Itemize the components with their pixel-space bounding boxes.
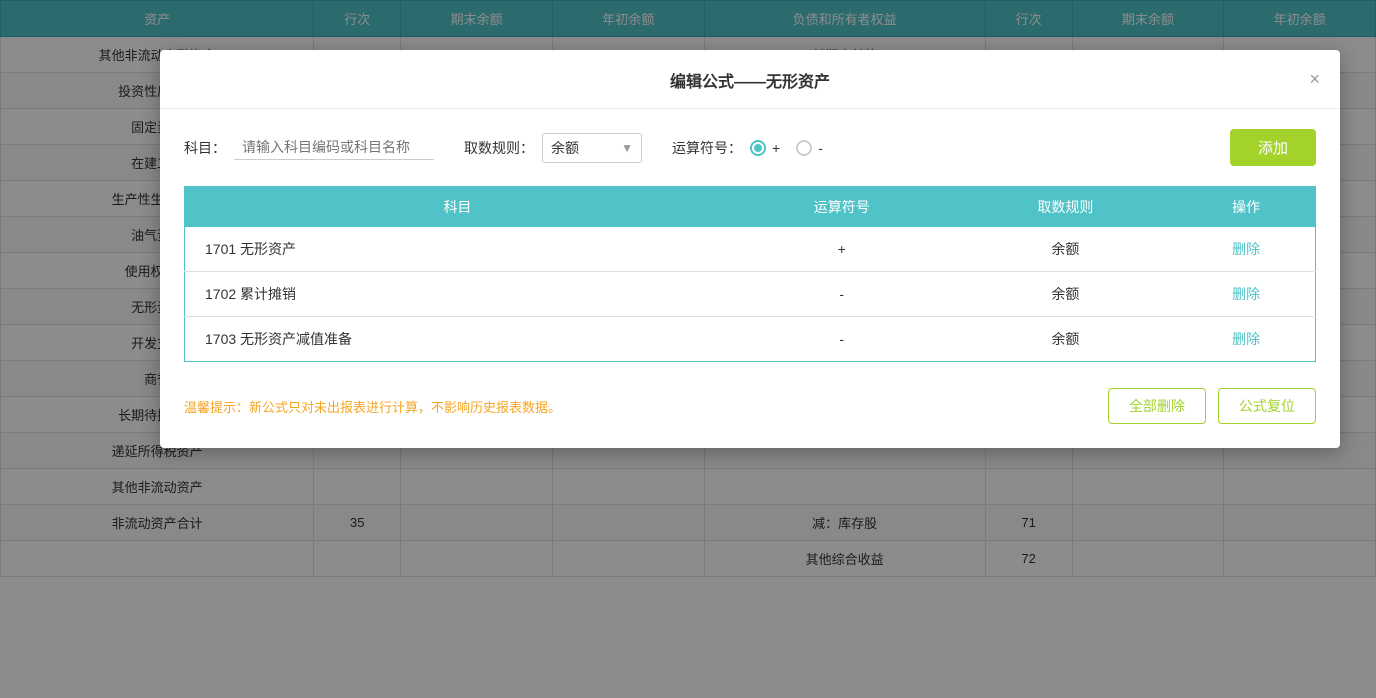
formula-row-operator: + <box>730 227 954 272</box>
formula-row-action: 删除 <box>1177 317 1315 362</box>
formula-table-row: 1702 累计摊销-余额 删除 <box>185 272 1316 317</box>
formula-row-subject: 1702 累计摊销 <box>185 272 730 317</box>
formula-table: 科目 运算符号 取数规则 操作 1701 无形资产+余额删除1702 累计摊销-… <box>184 186 1316 362</box>
modal-title: 编辑公式——无形资产 <box>670 68 830 92</box>
operator-minus-radio[interactable]: - <box>796 140 823 156</box>
formula-row-operator: - <box>730 317 954 362</box>
operator-radio-group: + - <box>750 140 823 156</box>
col-header-subject: 科目 <box>185 187 730 228</box>
formula-table-row: 1703 无形资产减值准备-余额 删除 <box>185 317 1316 362</box>
formula-table-wrap: 科目 运算符号 取数规则 操作 1701 无形资产+余额删除1702 累计摊销-… <box>160 186 1340 362</box>
delete-row-link[interactable]: 删除 <box>1232 286 1260 302</box>
operator-minus-radio-circle <box>796 140 812 156</box>
formula-row-rule: 余额 <box>954 272 1178 317</box>
edit-formula-modal: 编辑公式——无形资产 × 科目： 取数规则： 余额 ▼ 运算符号： + <box>160 50 1340 448</box>
modal-close-button[interactable]: × <box>1309 70 1320 88</box>
operator-field-group: 运算符号： + - <box>672 138 853 158</box>
delete-all-button[interactable]: 全部删除 <box>1108 388 1206 424</box>
subject-label: 科目： <box>184 138 226 158</box>
col-header-operator: 运算符号 <box>730 187 954 228</box>
add-button[interactable]: 添加 <box>1230 129 1316 166</box>
bottom-button-group: 全部删除 公式复位 <box>1108 388 1316 424</box>
col-header-rule: 取数规则 <box>954 187 1178 228</box>
rule-label: 取数规则： <box>464 138 534 158</box>
operator-label: 运算符号： <box>672 138 742 158</box>
subject-field-group: 科目： <box>184 135 434 160</box>
formula-row-subject: 1703 无形资产减值准备 <box>185 317 730 362</box>
formula-row-action: 删除 <box>1177 227 1315 272</box>
formula-row-rule: 余额 <box>954 227 1178 272</box>
modal-form-row: 科目： 取数规则： 余额 ▼ 运算符号： + - 添加 <box>160 109 1340 186</box>
rule-select[interactable]: 余额 ▼ <box>542 133 642 163</box>
rule-select-arrow-icon: ▼ <box>621 141 633 155</box>
modal-bottom-row: 温馨提示：新公式只对未出报表进行计算，不影响历史报表数据。 全部删除 公式复位 <box>160 378 1340 428</box>
col-header-action: 操作 <box>1177 187 1315 228</box>
delete-row-link[interactable]: 删除 <box>1232 331 1260 347</box>
operator-plus-radio-circle <box>750 140 766 156</box>
formula-table-header-row: 科目 运算符号 取数规则 操作 <box>185 187 1316 228</box>
operator-minus-label: - <box>818 140 823 156</box>
subject-input[interactable] <box>234 135 434 160</box>
operator-plus-label: + <box>772 140 780 156</box>
formula-row-operator: - <box>730 272 954 317</box>
modal-header: 编辑公式——无形资产 × <box>160 50 1340 109</box>
formula-row-rule: 余额 <box>954 317 1178 362</box>
delete-row-link[interactable]: 删除 <box>1232 241 1260 257</box>
operator-plus-radio[interactable]: + <box>750 140 780 156</box>
rule-select-value: 余额 <box>551 138 613 158</box>
reset-formula-button[interactable]: 公式复位 <box>1218 388 1316 424</box>
formula-row-subject: 1701 无形资产 <box>185 227 730 272</box>
formula-row-action: 删除 <box>1177 272 1315 317</box>
rule-field-group: 取数规则： 余额 ▼ <box>464 133 642 163</box>
hint-text: 温馨提示：新公式只对未出报表进行计算，不影响历史报表数据。 <box>184 397 561 416</box>
formula-table-row: 1701 无形资产+余额 删除 <box>185 227 1316 272</box>
